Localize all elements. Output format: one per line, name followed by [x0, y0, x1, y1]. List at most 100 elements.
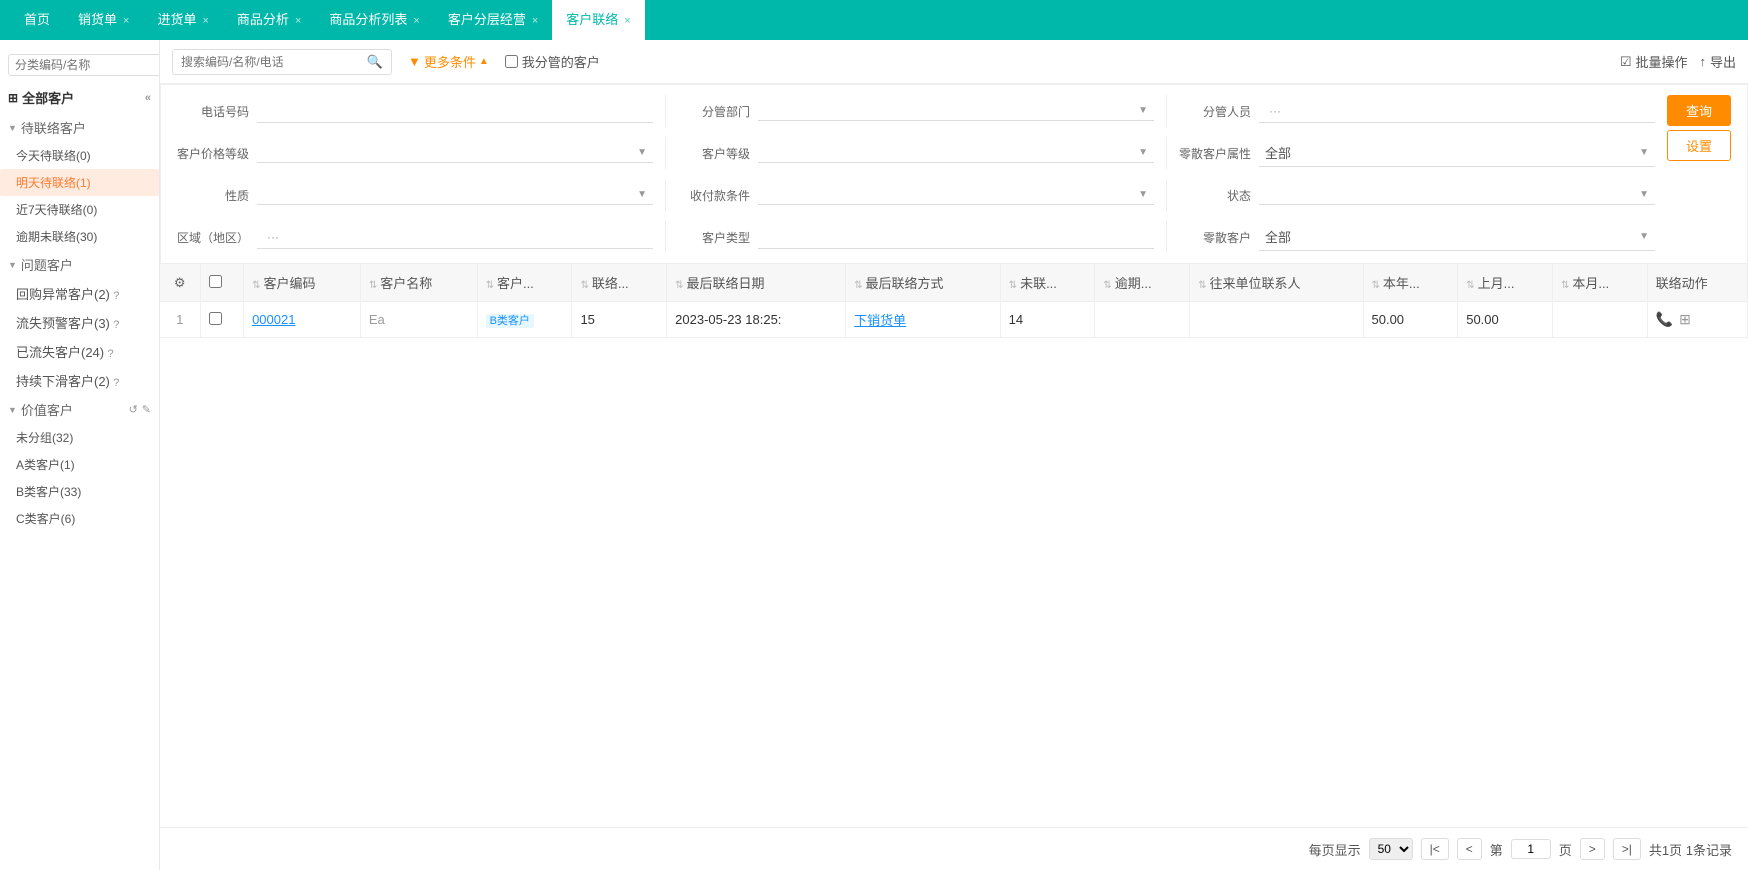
toolbar-right: ☑ 批量操作 ↑ 导出	[1620, 52, 1736, 71]
next-page-button[interactable]: >	[1580, 838, 1605, 860]
settings-icon[interactable]: ⚙	[174, 275, 186, 290]
export-button[interactable]: ↑ 导出	[1699, 52, 1736, 71]
chevron-down-icon-8: ▼	[1639, 231, 1649, 242]
data-table: ⚙ 客户编码 客户名称 客户... 联络... 最后联络日期 最后联络方式 未联…	[160, 264, 1748, 338]
section-value-customers[interactable]: 价值客户 ↺ ✎	[0, 395, 159, 424]
sidebar-item-churn-warning[interactable]: 流失预警客户(3) ?	[0, 308, 159, 337]
last-page-button[interactable]: >|	[1613, 838, 1641, 860]
sidebar-item-a-class[interactable]: A类客户(1)	[0, 451, 159, 478]
row-this-year: 50.00	[1363, 302, 1458, 338]
sidebar-item-b-class[interactable]: B类客户(33)	[0, 478, 159, 505]
nav-product-analysis[interactable]: 商品分析×	[223, 0, 315, 40]
th-last-contact-date[interactable]: 最后联络日期	[667, 264, 846, 302]
th-this-year[interactable]: 本年...	[1363, 264, 1458, 302]
collapse-icon[interactable]: «	[145, 92, 151, 104]
filter-status-label: 状态	[1179, 187, 1259, 204]
sidebar-item-repurchase-anomaly[interactable]: 回购异常客户(2) ?	[0, 279, 159, 308]
th-code[interactable]: 客户编码	[244, 264, 361, 302]
filter-dept-select[interactable]: ▼	[758, 101, 1154, 121]
nav-sales-order[interactable]: 销货单×	[64, 0, 143, 40]
filter-scattered-attr-select[interactable]: 全部 ▼	[1259, 139, 1655, 167]
filter-customer-level: 客户等级 ▼	[678, 143, 1154, 163]
prev-page-button[interactable]: <	[1457, 838, 1482, 860]
search-icon[interactable]: 🔍	[367, 54, 383, 70]
close-purchase-order-icon[interactable]: ×	[202, 15, 208, 27]
th-last-month[interactable]: 上月...	[1458, 264, 1553, 302]
row-code[interactable]: 000021	[244, 302, 361, 338]
set-button[interactable]: 设置	[1667, 130, 1731, 161]
th-last-contact-method[interactable]: 最后联络方式	[846, 264, 1001, 302]
nav-product-analysis-list[interactable]: 商品分析列表×	[315, 0, 433, 40]
close-product-analysis-list-icon[interactable]: ×	[413, 15, 419, 27]
search-input[interactable]	[181, 55, 367, 69]
page-input[interactable]	[1511, 839, 1551, 859]
filter-status-select[interactable]: ▼	[1259, 185, 1655, 205]
edit-icon[interactable]: ✎	[142, 403, 151, 416]
first-page-button[interactable]: |<	[1421, 838, 1449, 860]
filter-row-1: 电话号码 分管部门 ▼ 分管人员	[177, 95, 1655, 127]
more-filter-button[interactable]: ▼ 更多条件 ▲	[400, 48, 497, 75]
row-this-month	[1552, 302, 1647, 338]
close-product-analysis-icon[interactable]: ×	[295, 15, 301, 27]
sidebar-item-ungrouped[interactable]: 未分组(32)	[0, 424, 159, 451]
filter-phone-input[interactable]	[257, 100, 653, 123]
th-overdue[interactable]: 逾期...	[1095, 264, 1190, 302]
nav-purchase-order[interactable]: 进货单×	[143, 0, 222, 40]
my-customers-checkbox[interactable]	[505, 55, 518, 68]
th-type[interactable]: 客户...	[477, 264, 572, 302]
filter-phone: 电话号码	[177, 100, 653, 123]
refresh-icon[interactable]: ↺	[129, 403, 138, 416]
filter-customer-level-select[interactable]: ▼	[758, 143, 1154, 163]
all-customers-header[interactable]: ⊞ 全部客户 «	[0, 82, 159, 113]
sidebar-item-overdue-contact[interactable]: 逾期未联络(30)	[0, 223, 159, 250]
th-name[interactable]: 客户名称	[360, 264, 477, 302]
close-sales-order-icon[interactable]: ×	[123, 15, 129, 27]
th-contacts[interactable]: 联络...	[572, 264, 667, 302]
action-phone-icon[interactable]: 📞	[1656, 311, 1673, 328]
filter-region-dots[interactable]: ···	[263, 230, 283, 244]
my-customers-checkbox-label[interactable]: 我分管的客户	[505, 52, 600, 71]
filter-manager-dots[interactable]: ···	[1265, 104, 1285, 118]
action-qr-icon[interactable]: ⊞	[1679, 311, 1691, 328]
filter-customer-level-label: 客户等级	[678, 145, 758, 162]
row-last-contact-method[interactable]: 下销货单	[846, 302, 1001, 338]
filter-region-select[interactable]: ···	[257, 226, 653, 249]
filter-row-2: 客户价格等级 ▼ 客户等级 ▼	[177, 137, 1655, 169]
close-customer-stratify-icon[interactable]: ×	[532, 15, 538, 27]
sidebar-item-declining[interactable]: 持续下滑客户(2) ?	[0, 366, 159, 395]
select-all-checkbox[interactable]	[209, 275, 222, 288]
close-customer-contact-icon[interactable]: ×	[624, 15, 630, 27]
row-name[interactable]: Ea	[360, 302, 477, 338]
sidebar-item-c-class[interactable]: C类客户(6)	[0, 505, 159, 532]
row-last-month: 50.00	[1458, 302, 1553, 338]
query-button[interactable]: 查询	[1667, 95, 1731, 126]
sidebar-item-7days-contact[interactable]: 近7天待联络(0)	[0, 196, 159, 223]
filter-customer-type-input[interactable]	[758, 226, 1154, 249]
section-problem-customers[interactable]: 问题客户	[0, 250, 159, 279]
filter-manager-select[interactable]: ···	[1259, 100, 1655, 123]
filter-nature-select[interactable]: ▼	[257, 185, 653, 205]
sidebar-item-today-contact[interactable]: 今天待联络(0)	[0, 142, 159, 169]
filter-payment-select[interactable]: ▼	[758, 185, 1154, 205]
sidebar-search-input[interactable]	[8, 54, 160, 76]
sidebar-item-churned[interactable]: 已流失客户(24) ?	[0, 337, 159, 366]
per-page-select[interactable]: 50	[1369, 838, 1413, 860]
th-no-contact[interactable]: 未联...	[1000, 264, 1095, 302]
th-this-month[interactable]: 本月...	[1552, 264, 1647, 302]
filter-scattered-select[interactable]: 全部 ▼	[1259, 223, 1655, 251]
th-settings: ⚙	[160, 264, 200, 302]
row-select-checkbox[interactable]	[209, 312, 222, 325]
help-icon-2: ?	[113, 319, 119, 331]
table-row: 1 000021 Ea B类客户 15 2023-05-23 18:25: 下销…	[160, 302, 1748, 338]
filter-price-level-select[interactable]: ▼	[257, 143, 653, 163]
sidebar-item-tomorrow-contact[interactable]: 明天待联络(1)	[0, 169, 159, 196]
sidebar: 🔍 ⊞ 全部客户 « 待联络客户 今天待联络(0) 明天待联络(1) 近7天待联…	[0, 40, 160, 870]
nav-customer-stratify[interactable]: 客户分层经营×	[434, 0, 552, 40]
batch-op-button[interactable]: ☑ 批量操作	[1620, 52, 1688, 71]
filter-manager-label: 分管人员	[1179, 103, 1259, 120]
nav-home[interactable]: 首页	[10, 0, 64, 40]
section-pending-contact[interactable]: 待联络客户	[0, 113, 159, 142]
th-contact-person[interactable]: 往来单位联系人	[1190, 264, 1363, 302]
nav-customer-contact[interactable]: 客户联络×	[552, 0, 644, 40]
page-label: 第	[1490, 840, 1503, 859]
